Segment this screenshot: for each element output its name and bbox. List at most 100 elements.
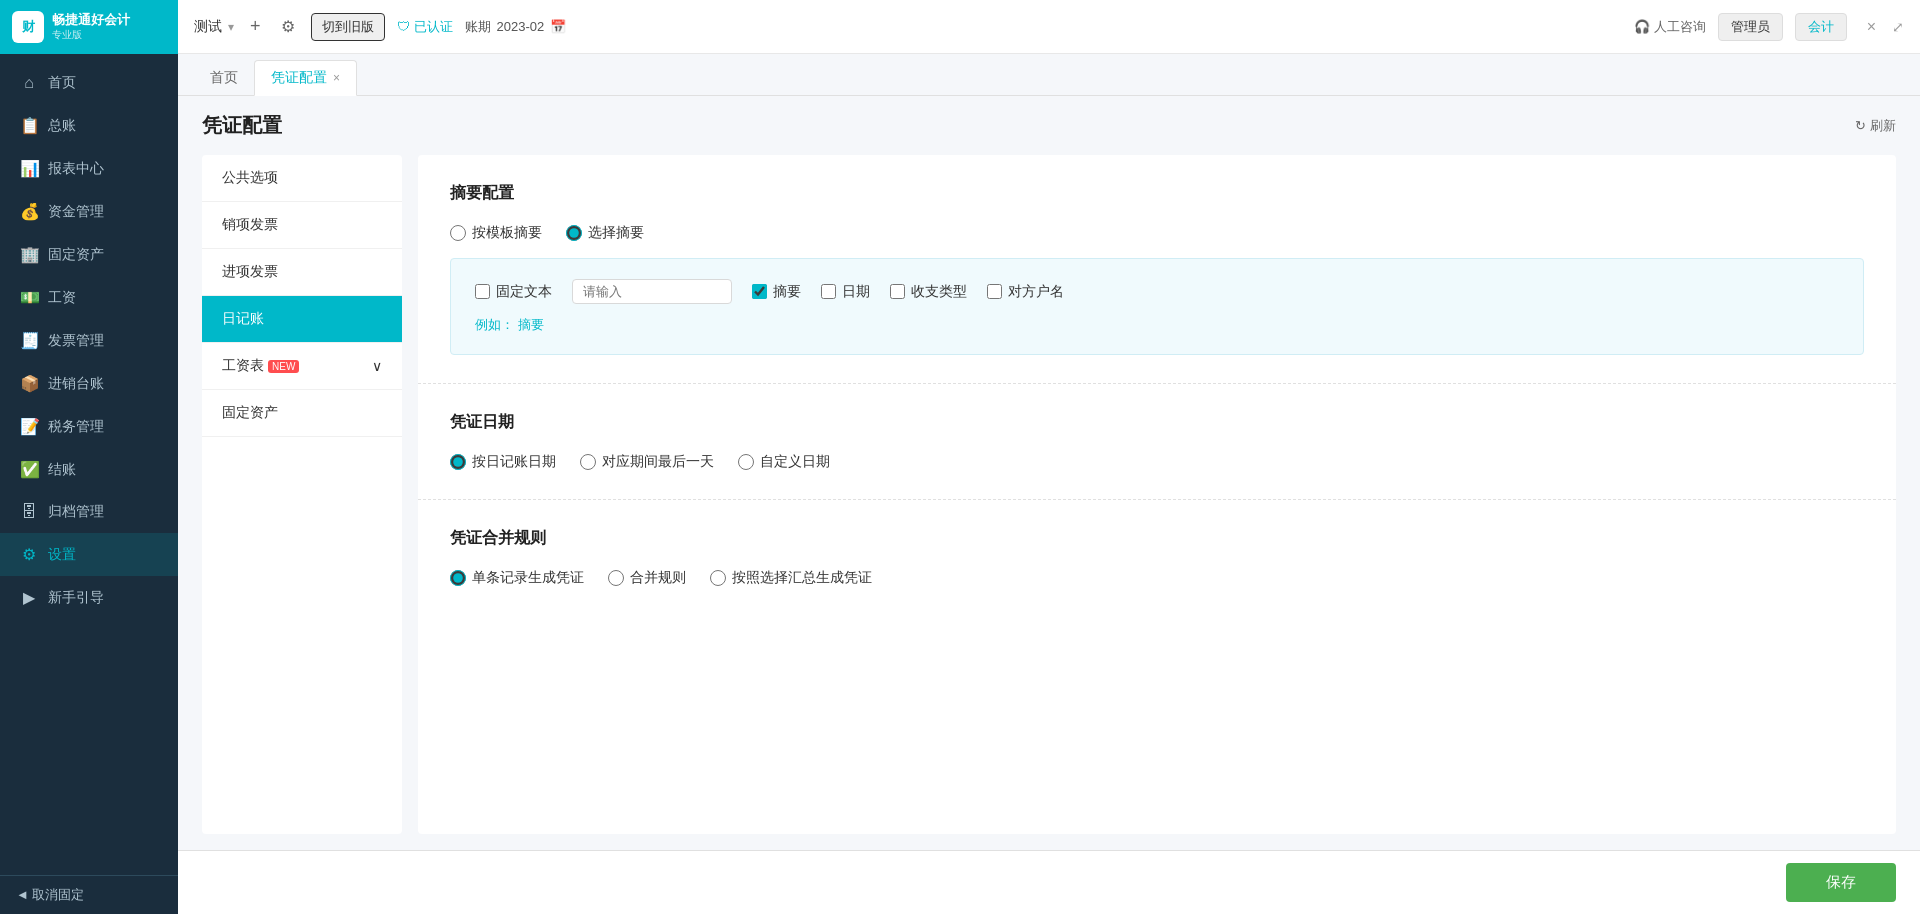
date-custom-radio[interactable] <box>738 454 754 470</box>
example-value: 摘要 <box>518 317 544 332</box>
refresh-button[interactable]: ↻ 刷新 <box>1855 117 1896 135</box>
income-type-checkbox[interactable] <box>890 284 905 299</box>
counterpart-option[interactable]: 对方户名 <box>987 283 1064 301</box>
income-type-option[interactable]: 收支类型 <box>890 283 967 301</box>
sidebar-item-report[interactable]: 📊 报表中心 <box>0 147 178 190</box>
company-selector[interactable]: 测试 ▾ <box>194 18 234 36</box>
consult-button[interactable]: 🎧 人工咨询 <box>1634 18 1706 36</box>
summary-checkbox[interactable] <box>752 284 767 299</box>
left-nav-sales_invoice[interactable]: 销项发票 <box>202 202 402 249</box>
date-by-journal-option[interactable]: 按日记账日期 <box>450 453 556 471</box>
sidebar-item-tax[interactable]: 📝 税务管理 <box>0 405 178 448</box>
save-button[interactable]: 保存 <box>1786 863 1896 902</box>
tabbar: 首页凭证配置× <box>178 54 1920 96</box>
sidebar-icon-fixed: 🏢 <box>20 245 38 264</box>
summary-select-option[interactable]: 选择摘要 <box>566 224 644 242</box>
admin-button[interactable]: 管理员 <box>1718 13 1783 41</box>
sidebar-item-sales[interactable]: 📦 进销台账 <box>0 362 178 405</box>
summary-option[interactable]: 摘要 <box>752 283 801 301</box>
summary-template-option[interactable]: 按模板摘要 <box>450 224 542 242</box>
summary-select-radio[interactable] <box>566 225 582 241</box>
tab-config[interactable]: 凭证配置× <box>254 60 357 96</box>
merge-by-selection-option[interactable]: 按照选择汇总生成凭证 <box>710 569 872 587</box>
summary-select-label: 选择摘要 <box>588 224 644 242</box>
sidebar-label-sales: 进销台账 <box>48 375 104 393</box>
sidebar-label-report: 报表中心 <box>48 160 104 178</box>
left-nav-row-public: 公共选项 <box>222 169 382 187</box>
sidebar-item-invoice[interactable]: 🧾 发票管理 <box>0 319 178 362</box>
sidebar-item-capital[interactable]: 💰 资金管理 <box>0 190 178 233</box>
logo-name: 畅捷通好会计 <box>52 12 130 29</box>
fixed-text-checkbox[interactable] <box>475 284 490 299</box>
left-nav-journal[interactable]: 日记账 <box>202 296 402 343</box>
fixed-text-option[interactable]: 固定文本 <box>475 283 552 301</box>
merge-rule-radio[interactable] <box>608 570 624 586</box>
date-option[interactable]: 日期 <box>821 283 870 301</box>
example-row: 例如： 摘要 <box>475 316 1839 334</box>
sidebar-item-fixed[interactable]: 🏢 固定资产 <box>0 233 178 276</box>
merge-section: 凭证合并规则 单条记录生成凭证 合并规则 按照选择汇总生成凭证 <box>418 500 1896 615</box>
left-nav-public[interactable]: 公共选项 <box>202 155 402 202</box>
settings-icon[interactable]: ⚙ <box>277 13 299 40</box>
sidebar-item-payroll[interactable]: 💵 工资 <box>0 276 178 319</box>
sidebar-icon-home: ⌂ <box>20 74 38 92</box>
sidebar-nav: ⌂ 首页 📋 总账 📊 报表中心 💰 资金管理 🏢 固定资产 💵 工资 🧾 发票… <box>0 54 178 875</box>
consult-label: 人工咨询 <box>1654 18 1706 36</box>
page-header: 凭证配置 ↻ 刷新 <box>178 96 1920 139</box>
left-nav-fixed_assets[interactable]: 固定资产 <box>202 390 402 437</box>
fixed-text-input[interactable] <box>572 279 732 304</box>
sidebar-item-close[interactable]: ✅ 结账 <box>0 448 178 491</box>
date-custom-option[interactable]: 自定义日期 <box>738 453 830 471</box>
merge-by-selection-label: 按照选择汇总生成凭证 <box>732 569 872 587</box>
sidebar-item-ledger[interactable]: 📋 总账 <box>0 104 178 147</box>
sidebar-icon-guide: ▶ <box>20 588 38 607</box>
date-checkbox[interactable] <box>821 284 836 299</box>
sidebar-icon-settings: ⚙ <box>20 545 38 564</box>
summary-checkbox-row: 固定文本 摘要 日期 <box>475 279 1839 304</box>
left-nav-row-sales_invoice: 销项发票 <box>222 216 382 234</box>
merge-single-option[interactable]: 单条记录生成凭证 <box>450 569 584 587</box>
sidebar-label-fixed: 固定资产 <box>48 246 104 264</box>
cancel-fixed-label: ◄ 取消固定 <box>16 886 84 904</box>
refresh-icon: ↻ <box>1855 118 1866 133</box>
page-title: 凭证配置 <box>202 112 282 139</box>
sidebar-item-home[interactable]: ⌂ 首页 <box>0 62 178 104</box>
date-period-last-option[interactable]: 对应期间最后一天 <box>580 453 714 471</box>
date-section: 凭证日期 按日记账日期 对应期间最后一天 自定义日期 <box>418 384 1896 500</box>
summary-template-radio[interactable] <box>450 225 466 241</box>
merge-single-radio[interactable] <box>450 570 466 586</box>
tab-home[interactable]: 首页 <box>194 61 254 95</box>
sidebar-label-payroll: 工资 <box>48 289 76 307</box>
accountant-button[interactable]: 会计 <box>1795 13 1847 41</box>
left-nav-purchase_invoice[interactable]: 进项发票 <box>202 249 402 296</box>
left-nav-payroll_table[interactable]: 工资表NEW∨ <box>202 343 402 390</box>
close-icon[interactable]: × <box>1867 18 1876 36</box>
sidebar-item-archive[interactable]: 🗄 归档管理 <box>0 491 178 533</box>
expand-icon[interactable]: ⤢ <box>1892 19 1904 35</box>
content-wrapper: 凭证配置 ↻ 刷新 公共选项销项发票进项发票日记账工资表NEW∨ 固定资产 摘要配… <box>178 96 1920 914</box>
logo-icon: 财 <box>12 11 44 43</box>
refresh-label: 刷新 <box>1870 117 1896 135</box>
merge-title: 凭证合并规则 <box>450 528 1864 549</box>
date-by-journal-radio[interactable] <box>450 454 466 470</box>
cancel-fixed-button[interactable]: ◄ 取消固定 <box>0 875 178 914</box>
add-button[interactable]: + <box>246 12 265 41</box>
calendar-icon[interactable]: 📅 <box>550 19 566 34</box>
sidebar-label-ledger: 总账 <box>48 117 76 135</box>
left-nav-label-public: 公共选项 <box>222 169 278 187</box>
sidebar-item-settings[interactable]: ⚙ 设置 <box>0 533 178 576</box>
date-by-journal-label: 按日记账日期 <box>472 453 556 471</box>
left-nav-row-payroll_table: 工资表NEW∨ <box>222 357 382 375</box>
merge-by-selection-radio[interactable] <box>710 570 726 586</box>
merge-rule-option[interactable]: 合并规则 <box>608 569 686 587</box>
summary-section: 摘要配置 按模板摘要 选择摘要 <box>418 155 1896 384</box>
counterpart-checkbox[interactable] <box>987 284 1002 299</box>
date-period-last-radio[interactable] <box>580 454 596 470</box>
merge-options-row: 单条记录生成凭证 合并规则 按照选择汇总生成凭证 <box>450 569 1864 587</box>
chevron-down-icon-payroll_table: ∨ <box>372 358 382 374</box>
right-panel: 摘要配置 按模板摘要 选择摘要 <box>418 155 1896 834</box>
tab-close-config[interactable]: × <box>333 71 340 85</box>
old-version-button[interactable]: 切到旧版 <box>311 13 385 41</box>
sidebar-item-guide[interactable]: ▶ 新手引导 <box>0 576 178 619</box>
sidebar-icon-archive: 🗄 <box>20 503 38 521</box>
